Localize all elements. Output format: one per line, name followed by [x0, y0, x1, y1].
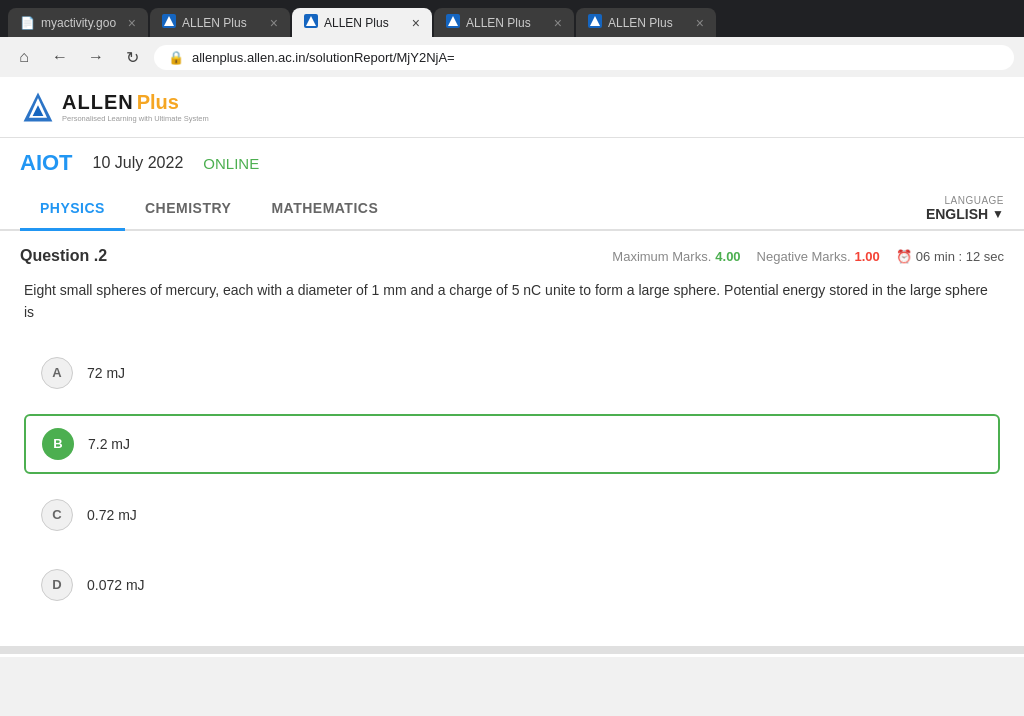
question-text: Eight small spheres of mercury, each wit… — [20, 279, 1004, 324]
language-label: LANGUAGE — [944, 195, 1004, 206]
address-bar[interactable]: 🔒 allenplus.allen.ac.in/solutionReport/M… — [154, 45, 1014, 70]
language-value[interactable]: ENGLISH ▼ — [926, 206, 1004, 222]
logo-text-block: ALLEN Plus Personalised Learning with Ul… — [62, 91, 209, 123]
back-button[interactable]: ← — [46, 43, 74, 71]
question-header: Question .2 Maximum Marks. 4.00 Negative… — [20, 247, 1004, 265]
logo-plus-text: Plus — [137, 91, 179, 114]
page-content: ALLEN Plus Personalised Learning with Ul… — [0, 77, 1024, 657]
browser-tab-tab1[interactable]: 📄 myactivity.goo × — [8, 8, 148, 37]
tab-favicon: 📄 — [20, 16, 35, 30]
tab-label: ALLEN Plus — [324, 16, 406, 30]
tab-label: ALLEN Plus — [182, 16, 264, 30]
test-date: 10 July 2022 — [93, 154, 184, 172]
tab-close-button[interactable]: × — [696, 15, 704, 31]
url-text: allenplus.allen.ac.in/solutionReport/MjY… — [192, 50, 455, 65]
option-text-d: 0.072 mJ — [87, 577, 145, 593]
tab-favicon — [588, 14, 602, 31]
browser-tab-tab3[interactable]: ALLEN Plus × — [292, 8, 432, 37]
neg-marks-item: Negative Marks. 1.00 — [757, 249, 880, 264]
subject-tab-physics[interactable]: PHYSICS — [20, 188, 125, 231]
subject-tabs: PHYSICSCHEMISTRYMATHEMATICS LANGUAGE ENG… — [0, 188, 1024, 231]
subject-tab-mathematics[interactable]: MATHEMATICS — [251, 188, 398, 231]
option-badge-a: A — [41, 357, 73, 389]
browser-chrome: 📄myactivity.goo×ALLEN Plus×ALLEN Plus×AL… — [0, 0, 1024, 77]
question-number: Question .2 — [20, 247, 107, 265]
neg-marks-value: 1.00 — [855, 249, 880, 264]
browser-tab-tab2[interactable]: ALLEN Plus × — [150, 8, 290, 37]
clock-icon: ⏰ — [896, 249, 912, 264]
allen-logo: ALLEN Plus Personalised Learning with Ul… — [20, 89, 1004, 125]
tab-favicon — [162, 14, 176, 31]
home-button[interactable]: ⌂ — [10, 43, 38, 71]
max-marks-label: Maximum Marks. — [612, 249, 711, 264]
tab-close-button[interactable]: × — [128, 15, 136, 31]
option-text-c: 0.72 mJ — [87, 507, 137, 523]
tab-label: myactivity.goo — [41, 16, 122, 30]
tab-bar: 📄myactivity.goo×ALLEN Plus×ALLEN Plus×AL… — [0, 0, 1024, 37]
browser-tab-tab5[interactable]: ALLEN Plus × — [576, 8, 716, 37]
option-c[interactable]: C 0.72 mJ — [24, 486, 1000, 544]
allen-logo-icon — [20, 89, 56, 125]
subject-tab-chemistry[interactable]: CHEMISTRY — [125, 188, 251, 231]
options-list: A 72 mJ B 7.2 mJ C 0.72 mJ D 0.072 mJ — [20, 344, 1004, 614]
neg-marks-label: Negative Marks. — [757, 249, 851, 264]
forward-button[interactable]: → — [82, 43, 110, 71]
max-marks-item: Maximum Marks. 4.00 — [612, 249, 740, 264]
address-bar-row: ⌂ ← → ↻ 🔒 allenplus.allen.ac.in/solution… — [0, 37, 1024, 77]
question-section: Question .2 Maximum Marks. 4.00 Negative… — [0, 231, 1024, 630]
test-name: AIOT — [20, 150, 73, 176]
option-badge-d: D — [41, 569, 73, 601]
chevron-down-icon: ▼ — [992, 207, 1004, 221]
option-d[interactable]: D 0.072 mJ — [24, 556, 1000, 614]
option-a[interactable]: A 72 mJ — [24, 344, 1000, 402]
option-badge-b: B — [42, 428, 74, 460]
refresh-button[interactable]: ↻ — [118, 43, 146, 71]
tab-label: ALLEN Plus — [608, 16, 690, 30]
logo-tagline: Personalised Learning with Ultimate Syst… — [62, 114, 209, 123]
option-text-b: 7.2 mJ — [88, 436, 130, 452]
lock-icon: 🔒 — [168, 50, 184, 65]
tab-close-button[interactable]: × — [270, 15, 278, 31]
logo-allen-text: ALLEN — [62, 91, 134, 114]
test-mode: ONLINE — [203, 155, 259, 172]
tab-close-button[interactable]: × — [412, 15, 420, 31]
option-badge-c: C — [41, 499, 73, 531]
timer-value: 06 min : 12 sec — [916, 249, 1004, 264]
page-header: ALLEN Plus Personalised Learning with Ul… — [0, 77, 1024, 138]
option-text-a: 72 mJ — [87, 365, 125, 381]
question-meta: Maximum Marks. 4.00 Negative Marks. 1.00… — [612, 249, 1004, 264]
option-b[interactable]: B 7.2 mJ — [24, 414, 1000, 474]
browser-tab-tab4[interactable]: ALLEN Plus × — [434, 8, 574, 37]
tab-favicon — [304, 14, 318, 31]
tab-close-button[interactable]: × — [554, 15, 562, 31]
tab-label: ALLEN Plus — [466, 16, 548, 30]
test-info-bar: AIOT 10 July 2022 ONLINE — [0, 138, 1024, 188]
bottom-scrollbar[interactable] — [0, 646, 1024, 654]
max-marks-value: 4.00 — [715, 249, 740, 264]
timer: ⏰ 06 min : 12 sec — [896, 249, 1004, 264]
language-selector[interactable]: LANGUAGE ENGLISH ▼ — [926, 195, 1004, 222]
tab-favicon — [446, 14, 460, 31]
